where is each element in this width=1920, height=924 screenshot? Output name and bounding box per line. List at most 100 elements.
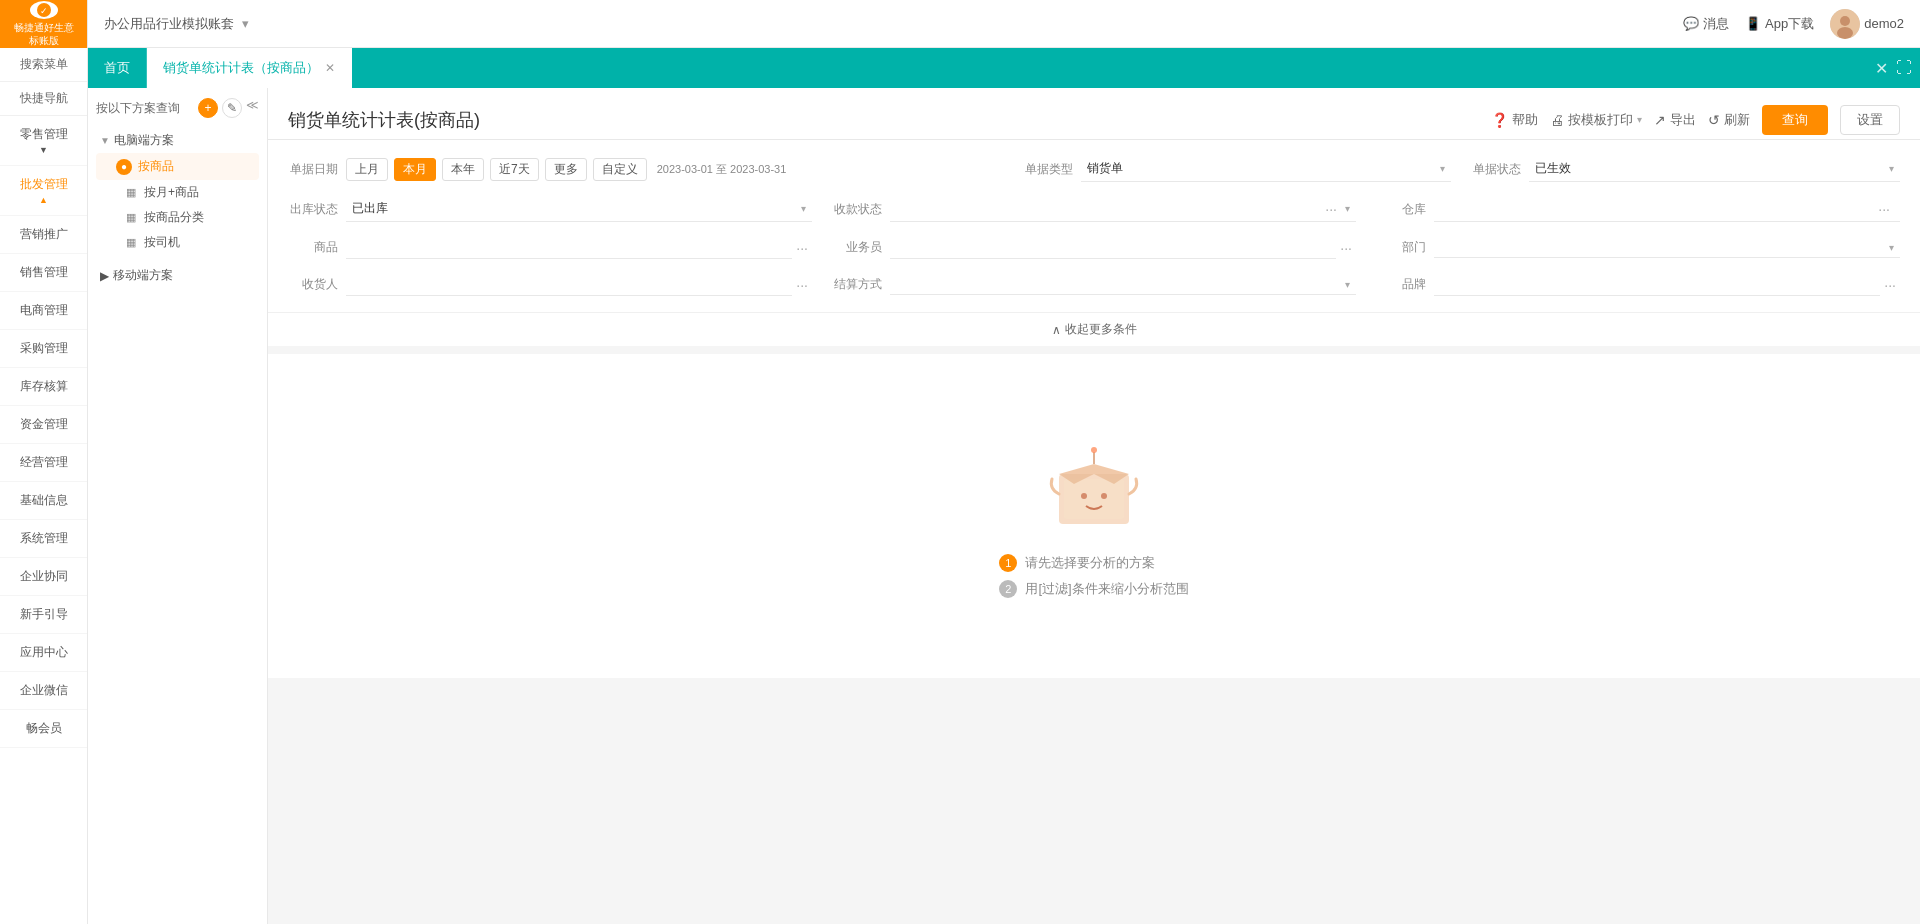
date-filter: 上月 本月 本年 近7天 更多 自定义 2023-03-01 至 2023-03… <box>346 158 1003 181</box>
receiver-dots[interactable]: ··· <box>792 277 812 293</box>
app-download-action[interactable]: 📱 App下载 <box>1745 15 1814 33</box>
doc-status-label: 单据状态 <box>1471 161 1521 178</box>
mobile-group-arrow: ▶ <box>100 269 109 283</box>
tab-home-label: 首页 <box>104 59 130 77</box>
window-close-btn[interactable]: ✕ <box>1875 59 1888 78</box>
salesperson-field: 业务员 ··· <box>832 236 1356 259</box>
receiver-input[interactable] <box>346 273 792 296</box>
receipt-status-field: 收款状态 ··· ▾ <box>832 197 1356 222</box>
filter-area: 单据日期 上月 本月 本年 近7天 更多 自定义 2023-03-01 至 20… <box>268 140 1920 312</box>
tip2-num: 2 <box>999 580 1017 598</box>
sidebar-item-marketing[interactable]: 营销推广 <box>0 216 87 254</box>
tab-window-btns: ✕ ⛶ <box>1867 48 1920 88</box>
pc-group-label: 电脑端方案 <box>114 132 174 149</box>
svg-point-8 <box>1101 493 1107 499</box>
date-field: 单据日期 上月 本月 本年 近7天 更多 自定义 2023-03-01 至 20… <box>288 158 1003 181</box>
salesperson-dots[interactable]: ··· <box>1336 240 1356 256</box>
receipt-status-select[interactable]: ··· ▾ <box>890 197 1356 222</box>
receipt-dots[interactable]: ··· <box>1321 201 1341 217</box>
svg-rect-6 <box>1064 479 1124 519</box>
product-field: 商品 ··· <box>288 236 812 259</box>
pc-group-title[interactable]: ▼ 电脑端方案 <box>96 128 259 153</box>
sales-label: 销售管理 <box>20 264 68 281</box>
sidebar-item-wechat[interactable]: 企业微信 <box>0 672 87 710</box>
this-year-btn[interactable]: 本年 <box>442 158 484 181</box>
svg-point-10 <box>1091 447 1097 453</box>
sidebar-item-appstore[interactable]: 应用中心 <box>0 634 87 672</box>
product-dots[interactable]: ··· <box>792 240 812 256</box>
sidebar-item-finance[interactable]: 资金管理 <box>0 406 87 444</box>
out-status-select[interactable]: 已出库 ▾ <box>346 196 812 222</box>
payment-select[interactable]: ▾ <box>890 275 1356 295</box>
svg-point-7 <box>1081 493 1087 499</box>
more-btn[interactable]: 更多 <box>545 158 587 181</box>
warehouse-select[interactable]: ··· <box>1434 197 1900 222</box>
sidebar-item-inventory[interactable]: 库存核算 <box>0 368 87 406</box>
scheme-by-month-product[interactable]: ▦ 按月+商品 <box>96 180 259 205</box>
app-logo[interactable]: ✓ 畅捷通好生意 标账版 <box>0 0 87 48</box>
last7-btn[interactable]: 近7天 <box>490 158 539 181</box>
export-action[interactable]: ↗ 导出 <box>1654 111 1696 129</box>
custom-btn[interactable]: 自定义 <box>593 158 647 181</box>
print-template-action[interactable]: 🖨 按模板打印 ▾ <box>1550 111 1642 129</box>
add-scheme-btn[interactable]: + <box>198 98 218 118</box>
payment-field: 结算方式 ▾ <box>832 275 1356 295</box>
enterprise-label: 企业协同 <box>20 568 68 585</box>
edit-scheme-btn[interactable]: ✎ <box>222 98 242 118</box>
this-month-btn[interactable]: 本月 <box>394 158 436 181</box>
refresh-action[interactable]: ↺ 刷新 <box>1708 111 1750 129</box>
warehouse-dots[interactable]: ··· <box>1874 201 1894 217</box>
finance-label: 资金管理 <box>20 416 68 433</box>
department-arrow: ▾ <box>1889 242 1894 253</box>
sidebar-item-ecommerce[interactable]: 电商管理 <box>0 292 87 330</box>
doc-status-select[interactable]: 已生效 ▾ <box>1529 156 1900 182</box>
help-action[interactable]: ❓ 帮助 <box>1491 111 1538 129</box>
sidebar-item-wholesale[interactable]: 批发管理 ▲ <box>0 166 87 216</box>
department-label: 部门 <box>1376 239 1426 256</box>
product-input[interactable] <box>346 236 792 259</box>
brand-input[interactable] <box>1434 273 1880 296</box>
user-profile[interactable]: demo2 <box>1830 9 1904 39</box>
sidebar-item-retail[interactable]: 零售管理 ▼ <box>0 116 87 166</box>
help-icon: ❓ <box>1491 112 1508 128</box>
refresh-icon: ↺ <box>1708 112 1720 128</box>
collapse-bar[interactable]: ∧ 收起更多条件 <box>268 312 1920 346</box>
sidebar-item-system[interactable]: 系统管理 <box>0 520 87 558</box>
appstore-label: 应用中心 <box>20 644 68 661</box>
sidebar-item-purchase[interactable]: 采购管理 <box>0 330 87 368</box>
salesperson-input[interactable] <box>890 236 1336 259</box>
sidebar-item-basic[interactable]: 基础信息 <box>0 482 87 520</box>
filter-sidebar-title: 按以下方案查询 <box>96 100 180 117</box>
tab-sales-stats[interactable]: 销货单统计计表（按商品） ✕ <box>147 48 352 88</box>
tab-close-icon[interactable]: ✕ <box>325 61 335 75</box>
sidebar-item-enterprise[interactable]: 企业协同 <box>0 558 87 596</box>
brand-dots[interactable]: ··· <box>1880 277 1900 293</box>
mobile-group-title[interactable]: ▶ 移动端方案 <box>96 263 259 288</box>
query-button[interactable]: 查询 <box>1762 105 1828 135</box>
tab-home[interactable]: 首页 <box>88 48 147 88</box>
setting-button[interactable]: 设置 <box>1840 105 1900 135</box>
by-driver-label: 按司机 <box>144 234 180 251</box>
doc-type-value: 销货单 <box>1087 160 1437 177</box>
scheme-by-category[interactable]: ▦ 按商品分类 <box>96 205 259 230</box>
sidebar-item-newbie[interactable]: 新手引导 <box>0 596 87 634</box>
doc-type-select[interactable]: 销货单 ▾ <box>1081 156 1452 182</box>
scheme-by-driver[interactable]: ▦ 按司机 <box>96 230 259 255</box>
empty-tips: 1 请先选择要分析的方案 2 用[过滤]条件来缩小分析范围 <box>999 554 1188 598</box>
quick-nav[interactable]: 快捷导航 <box>0 82 87 116</box>
prev-month-btn[interactable]: 上月 <box>346 158 388 181</box>
doc-type-arrow: ▾ <box>1440 163 1445 174</box>
messages-action[interactable]: 💬 消息 <box>1683 15 1729 33</box>
collapse-filter-btn[interactable]: ≪ <box>246 98 259 118</box>
department-select[interactable]: ▾ <box>1434 238 1900 258</box>
sidebar-item-sales[interactable]: 销售管理 <box>0 254 87 292</box>
header-dropdown-icon[interactable]: ▾ <box>242 16 249 31</box>
doc-type-label: 单据类型 <box>1023 161 1073 178</box>
sidebar-item-member[interactable]: 畅会员 <box>0 710 87 748</box>
scheme-by-product[interactable]: ● 按商品 <box>96 153 259 180</box>
sidebar-item-operations[interactable]: 经营管理 <box>0 444 87 482</box>
window-maximize-btn[interactable]: ⛶ <box>1896 59 1912 77</box>
tip2-text: 用[过滤]条件来缩小分析范围 <box>1025 580 1188 598</box>
collapse-more-btn[interactable]: ∧ 收起更多条件 <box>1052 321 1137 338</box>
search-menu[interactable]: 搜索菜单 <box>0 48 87 82</box>
